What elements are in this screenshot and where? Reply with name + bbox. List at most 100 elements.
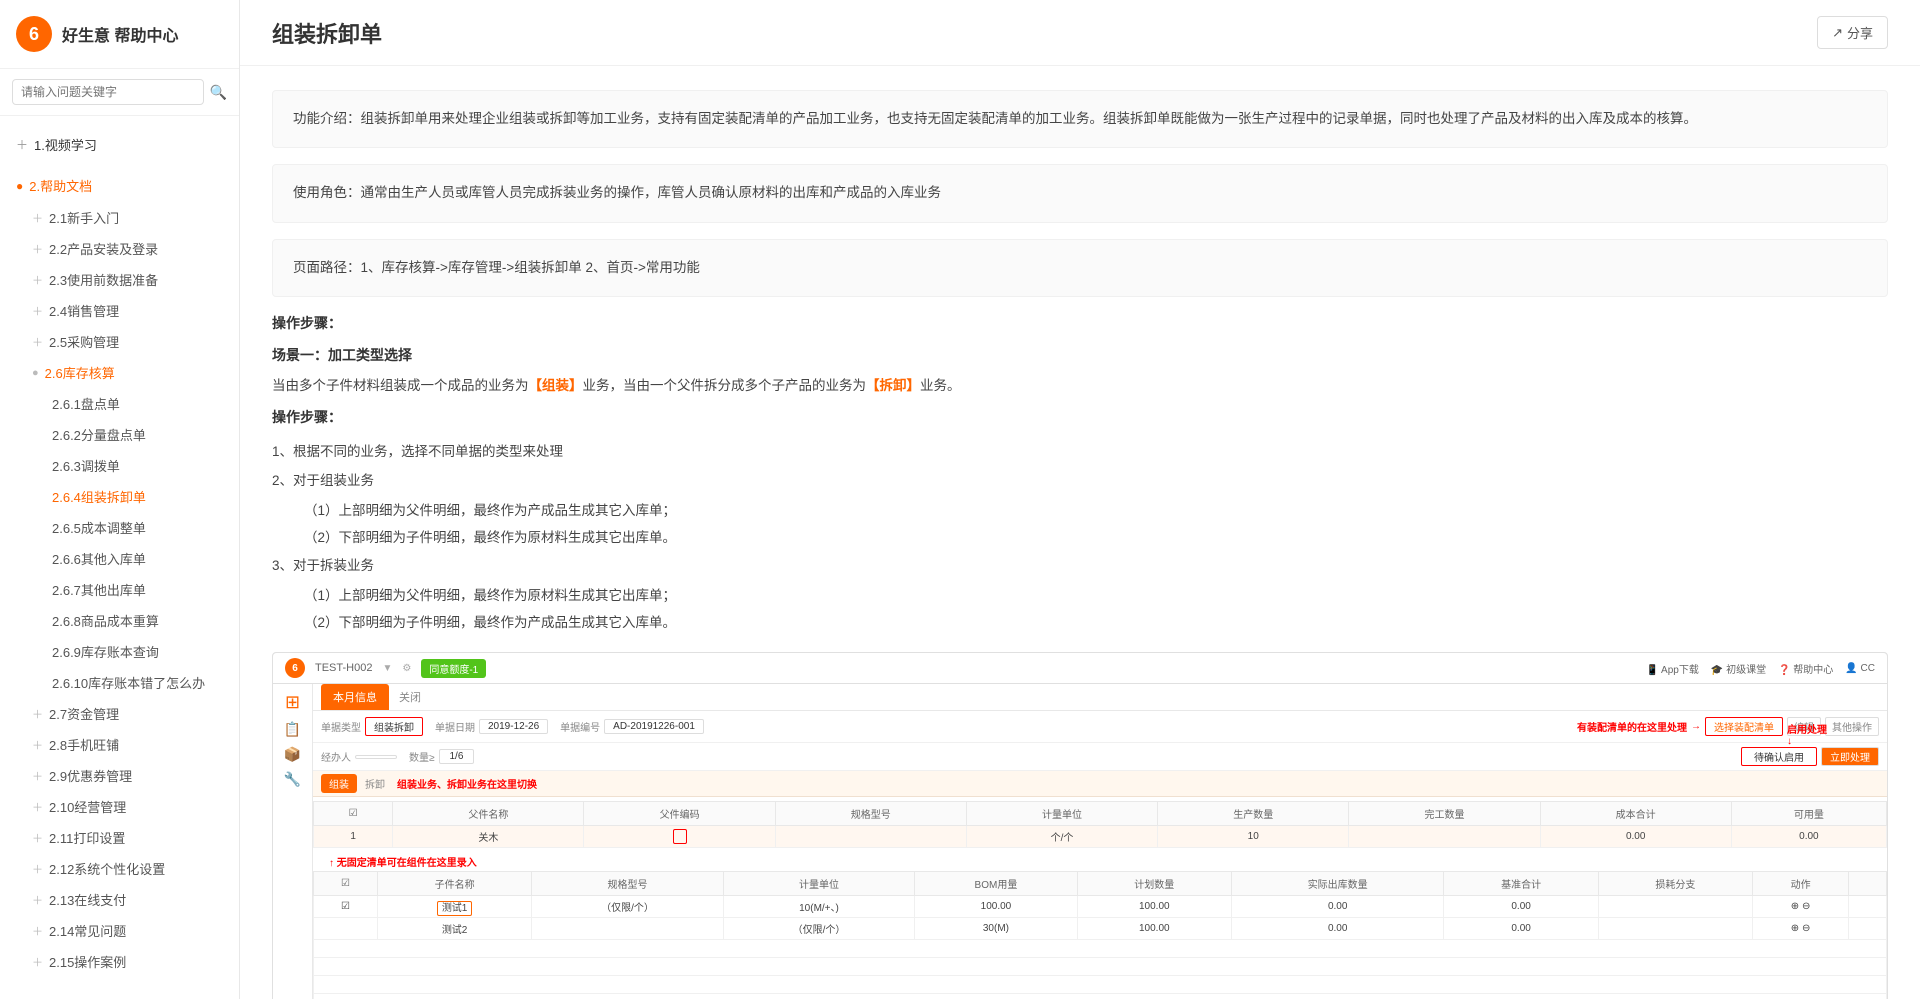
sidebar-item-data[interactable]: ＋ 2.3使用前数据准备 xyxy=(0,264,239,295)
sub-cell-1-name: 测试1 xyxy=(377,896,531,918)
sidebar-item-docs[interactable]: ● 2.帮助文档 xyxy=(0,169,239,202)
sidebar-item-custom[interactable]: ＋ 2.12系统个性化设置 xyxy=(0,853,239,884)
tab-assemble[interactable]: 组装 xyxy=(321,774,357,793)
field-person-value[interactable] xyxy=(355,755,397,759)
sidebar-item-267[interactable]: 2.6.7其他出库单 xyxy=(0,574,239,605)
sidebar-item-print[interactable]: ＋ 2.11打印设置 xyxy=(0,822,239,853)
ops-label: 2.10经营管理 xyxy=(49,797,126,816)
item-262-label: 2.6.2分量盘点单 xyxy=(52,425,146,444)
sub-cell-2-unit: （仅限/个） xyxy=(723,918,915,940)
field-date-value[interactable]: 2019-12-26 xyxy=(479,719,548,734)
sidebar-item-install[interactable]: ＋ 2.2产品安装及登录 xyxy=(0,233,239,264)
annotation-switch-area: 组装 拆卸 组装业务、拆卸业务在这里切换 xyxy=(313,771,1887,797)
sub-cell-1-actual: 0.00 xyxy=(1231,896,1444,918)
app-screenshot: 6 TEST-H002 ▼ ⚙ 同意额度-1 📱 App下载 🎓 初级课堂 ❓ … xyxy=(273,653,1887,999)
sidebar-item-ops[interactable]: ＋ 2.10经营管理 xyxy=(0,791,239,822)
mobile-label: 2.8手机旺铺 xyxy=(49,735,119,754)
sub-cell-1-name-box[interactable]: 测试1 xyxy=(437,901,473,916)
sales-label: 2.4销售管理 xyxy=(49,301,119,320)
share-icon: ↗ xyxy=(1832,25,1843,41)
sidebar-item-263[interactable]: 2.6.3调拨单 xyxy=(0,450,239,481)
install-label: 2.2产品安装及登录 xyxy=(49,239,158,258)
plus-icon-online: ＋ xyxy=(32,892,43,908)
item-2610-label: 2.6.10库存账本错了怎么办 xyxy=(52,673,205,692)
app-tab-main[interactable]: 本月信息 xyxy=(321,684,389,710)
sub-cell-1-extra xyxy=(1849,896,1887,918)
sidebar-item-sales[interactable]: ＋ 2.4销售管理 xyxy=(0,295,239,326)
sidebar-item-newbie[interactable]: ＋ 2.1新手入门 xyxy=(0,202,239,233)
sidebar-item-video[interactable]: ＋ 1.视频学习 xyxy=(0,128,239,161)
sidebar-item-265[interactable]: 2.6.5成本调整单 xyxy=(0,512,239,543)
col-available: 可用量 xyxy=(1731,802,1886,826)
ops-steps-title: 操作步骤： xyxy=(272,407,1888,427)
table-row xyxy=(314,940,1887,958)
app-nav-cc: 👤 CC xyxy=(1845,663,1875,674)
sub-cell-2-actual: 0.00 xyxy=(1231,918,1444,940)
cell-code xyxy=(584,826,775,848)
item-264-label: 2.6.4组装拆卸单 xyxy=(52,487,146,506)
sub-cell-1-base: 0.00 xyxy=(1444,896,1598,918)
sidebar-item-purchase[interactable]: ＋ 2.5采购管理 xyxy=(0,326,239,357)
sidebar-item-stock[interactable]: ● 2.6库存核算 xyxy=(0,357,239,388)
sidebar-nav: ＋ 1.视频学习 ● 2.帮助文档 ＋ 2.1新手入门 ＋ 2.2产品安装及登录 xyxy=(0,116,239,999)
field-date: 单据日期 2019-12-26 xyxy=(435,719,548,734)
field-qty-value[interactable]: 1/6 xyxy=(439,749,475,764)
sidebar-item-online[interactable]: ＋ 2.13在线支付 xyxy=(0,884,239,915)
sub-cell-1-unit: 10(M/+、) xyxy=(723,896,915,918)
enable-input[interactable]: 待确认启用 xyxy=(1741,747,1817,766)
print-label: 2.11打印设置 xyxy=(49,828,125,847)
field-type-label: 单据类型 xyxy=(321,719,361,734)
search-input[interactable] xyxy=(12,79,204,105)
search-button[interactable]: 🔍 xyxy=(210,84,227,101)
annotation-switch: 组装业务、拆卸业务在这里切换 xyxy=(397,776,537,791)
btn-select-bom[interactable]: 选择装配清单 xyxy=(1705,717,1783,736)
search-area: 🔍 xyxy=(0,69,239,116)
app-topbar-right: 📱 App下载 🎓 初级课堂 ❓ 帮助中心 👤 CC xyxy=(1646,661,1875,676)
sidebar-item-finance[interactable]: ＋ 2.7资金管理 xyxy=(0,698,239,729)
cases-label: 2.15操作案例 xyxy=(49,952,126,971)
sidebar-item-268[interactable]: 2.6.8商品成本重算 xyxy=(0,605,239,636)
page-header: 组装拆卸单 ↗ 分享 xyxy=(240,0,1920,66)
btn-action2[interactable]: 其他操作 xyxy=(1825,717,1879,736)
highlight-disassemble: 【拆卸】 xyxy=(866,378,920,393)
sidebar-item-261[interactable]: 2.6.1盘点单 xyxy=(0,388,239,419)
annotation-bom: 有装配清单的在这里处理 xyxy=(1577,719,1687,734)
sub-col-action: 动作 xyxy=(1753,872,1849,896)
app-left-icon3: 📦 xyxy=(284,746,301,763)
field-person: 经办人 xyxy=(321,749,397,764)
sidebar-item-262[interactable]: 2.6.2分量盘点单 xyxy=(0,419,239,450)
sidebar-item-269[interactable]: 2.6.9库存账本查询 xyxy=(0,636,239,667)
sidebar-item-cases[interactable]: ＋ 2.15操作案例 xyxy=(0,946,239,977)
tab-disassemble[interactable]: 拆卸 xyxy=(365,776,385,791)
scenario-title: 场景一：加工类型选择 xyxy=(272,345,1888,365)
app-form-with-annotations: 单据类型 组装拆卸 单据日期 2019-12-26 单据编号 AD-201912… xyxy=(313,711,1887,771)
sidebar-item-coupon[interactable]: ＋ 2.9优惠券管理 xyxy=(0,760,239,791)
sidebar-item-266[interactable]: 2.6.6其他入库单 xyxy=(0,543,239,574)
plus-icon-sales: ＋ xyxy=(32,303,43,319)
table-row xyxy=(314,958,1887,976)
sidebar-item-264[interactable]: 2.6.4组装拆卸单 xyxy=(0,481,239,512)
sub-cell-2-base: 0.00 xyxy=(1444,918,1598,940)
sidebar-item-2610[interactable]: 2.6.10库存账本错了怎么办 xyxy=(0,667,239,698)
sub-cell-2-action: ⊕ ⊖ xyxy=(1753,918,1849,940)
sidebar-item-video-label: 1.视频学习 xyxy=(34,135,97,154)
app-tab-close[interactable]: 关闭 xyxy=(389,684,431,710)
app-logo-small: 6 xyxy=(285,658,305,678)
sidebar-item-mobile[interactable]: ＋ 2.8手机旺铺 xyxy=(0,729,239,760)
sidebar-item-faq[interactable]: ＋ 2.14常见问题 xyxy=(0,915,239,946)
app-left-icon4: 🔧 xyxy=(284,771,301,788)
share-button[interactable]: ↗ 分享 xyxy=(1817,16,1888,49)
sub-col-loss: 损耗分支 xyxy=(1598,872,1752,896)
btn-enable[interactable]: 立即处理 xyxy=(1821,747,1879,766)
cell-code-box[interactable] xyxy=(673,829,687,844)
logo-area: 6 好生意 帮助中心 xyxy=(0,0,239,69)
intro-text: 功能介绍：组装拆卸单用来处理企业组装或拆卸等加工业务，支持有固定装配清单的产品加… xyxy=(293,111,1697,126)
step2: 2、对于组装业务 xyxy=(272,468,1888,494)
sub-cell-1-action: ⊕ ⊖ xyxy=(1753,896,1849,918)
custom-label: 2.12系统个性化设置 xyxy=(49,859,165,878)
plus-icon-mobile: ＋ xyxy=(32,737,43,753)
field-type-value[interactable]: 组装拆卸 xyxy=(365,717,423,736)
cell-avail: 0.00 xyxy=(1731,826,1886,848)
arrow-bom: → xyxy=(1691,721,1701,732)
item-263-label: 2.6.3调拨单 xyxy=(52,456,120,475)
